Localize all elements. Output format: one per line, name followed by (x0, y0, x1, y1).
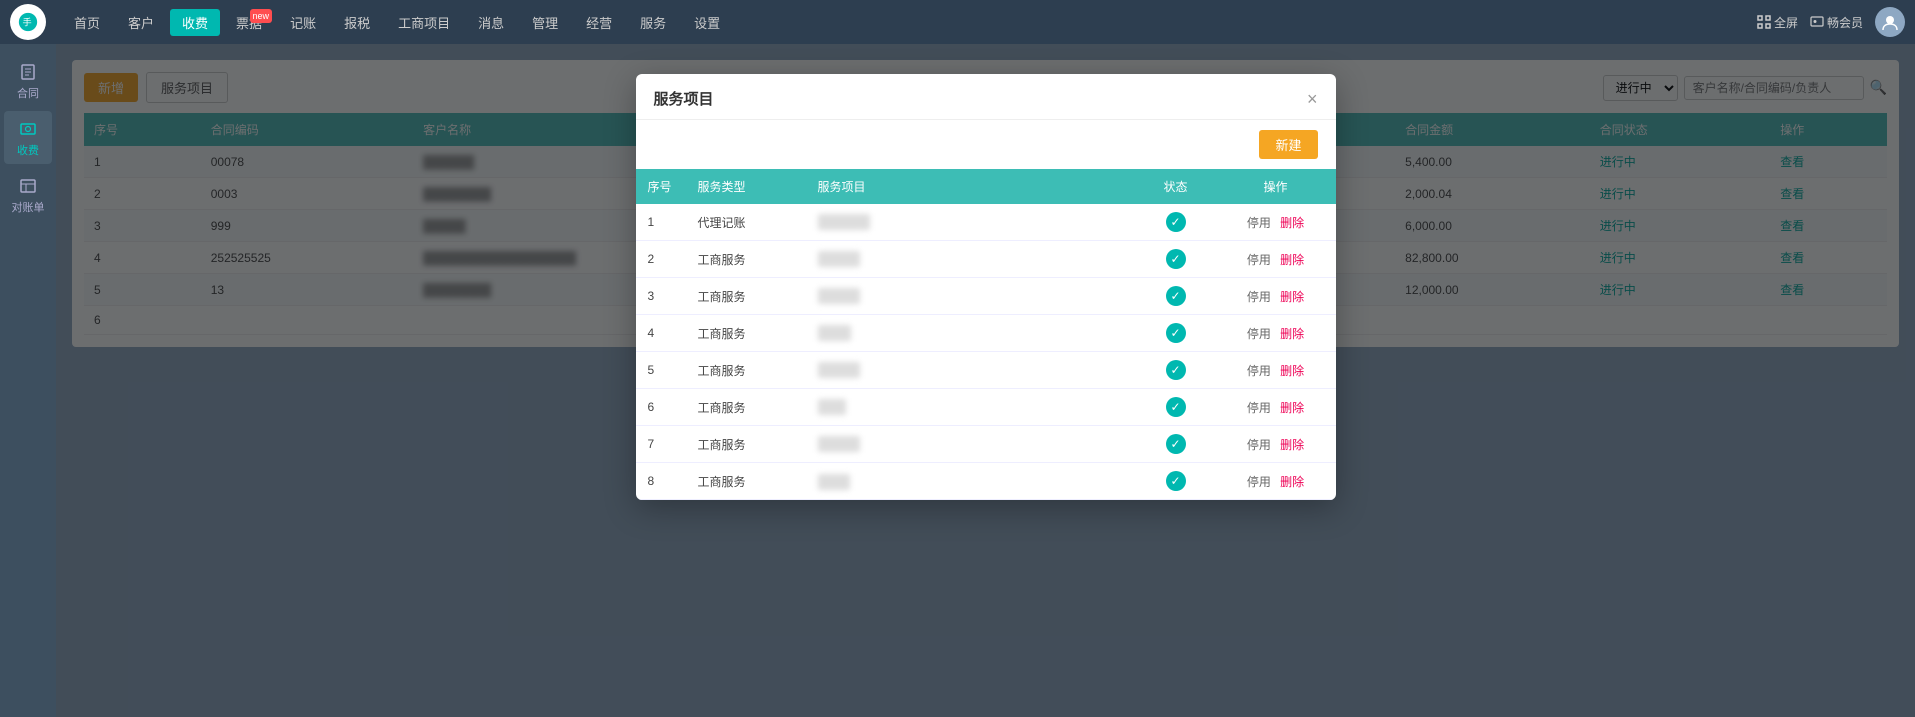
nav-tax[interactable]: 报税 (332, 9, 382, 36)
sidebar-label-duizhang: 对账单 (12, 199, 45, 215)
shoufei-icon (18, 119, 38, 139)
modal-table-row: 5 工商服务 ████ ✓ 停用 删除 (636, 352, 1336, 389)
nav-right: 全屏 畅会员 (1757, 7, 1905, 37)
duizhang-icon (18, 176, 38, 196)
delete-btn[interactable]: 删除 (1280, 364, 1304, 378)
nav-finance[interactable]: 经营 (574, 9, 624, 36)
modal-col-item: 服务项目 (806, 169, 1136, 204)
sidebar: 合同 收费 对账单 (0, 44, 56, 717)
nav-home[interactable]: 首页 (62, 9, 112, 36)
sidebar-item-contract[interactable]: 合同 (4, 54, 52, 107)
member-btn[interactable]: 畅会员 (1810, 14, 1863, 31)
app-logo: 手 (10, 4, 46, 40)
nav-message[interactable]: 消息 (466, 9, 516, 36)
modal-service-items: 服务项目 × 新建 序号 服务类型 服务项目 状态 (636, 74, 1336, 500)
content-area: 新增 服务项目 进行中 🔍 序号 合同编码 客户名称 服务项目 ▼ (56, 44, 1915, 717)
status-ok-icon: ✓ (1166, 323, 1186, 343)
modal-col-action: 操作 (1216, 169, 1336, 204)
delete-btn[interactable]: 删除 (1280, 475, 1304, 489)
modal-overlay: 服务项目 × 新建 序号 服务类型 服务项目 状态 (56, 44, 1915, 717)
status-ok-icon: ✓ (1166, 249, 1186, 269)
top-nav: 手 首页 客户 收费 票据 new 记账 报税 工商项目 消息 管理 经营 服务… (0, 0, 1915, 44)
sidebar-item-duizhang[interactable]: 对账单 (4, 168, 52, 221)
stop-btn[interactable]: 停用 (1247, 216, 1271, 230)
status-ok-icon: ✓ (1166, 212, 1186, 232)
modal-body: 序号 服务类型 服务项目 状态 操作 1 代理记账 ████ 1 (636, 169, 1336, 500)
sidebar-label-contract: 合同 (17, 85, 39, 101)
stop-btn[interactable]: 停用 (1247, 364, 1271, 378)
modal-toolbar: 新建 (636, 120, 1336, 169)
modal-table: 序号 服务类型 服务项目 状态 操作 1 代理记账 ████ 1 (636, 169, 1336, 500)
sidebar-item-shoufei[interactable]: 收费 (4, 111, 52, 164)
modal-col-type: 服务类型 (686, 169, 806, 204)
stop-btn[interactable]: 停用 (1247, 401, 1271, 415)
nav-manage[interactable]: 管理 (520, 9, 570, 36)
nav-account[interactable]: 记账 (278, 9, 328, 36)
nav-shoufei[interactable]: 收费 (170, 9, 220, 36)
status-ok-icon: ✓ (1166, 397, 1186, 417)
nav-menu: 首页 客户 收费 票据 new 记账 报税 工商项目 消息 管理 经营 服务 设… (62, 9, 1757, 36)
nav-customer[interactable]: 客户 (116, 9, 166, 36)
modal-table-row: 8 工商服务 注册 ✓ 停用 删除 (636, 463, 1336, 500)
contract-icon (18, 62, 38, 82)
modal-title: 服务项目 (654, 88, 714, 109)
modal-table-row: 1 代理记账 ████ 1 ✓ 停用 删除 (636, 204, 1336, 241)
delete-btn[interactable]: 删除 (1280, 438, 1304, 452)
stop-btn[interactable]: 停用 (1247, 475, 1271, 489)
modal-table-row: 6 工商服务 Ithe ✓ 停用 删除 (636, 389, 1336, 426)
status-ok-icon: ✓ (1166, 286, 1186, 306)
delete-btn[interactable]: 删除 (1280, 401, 1304, 415)
sidebar-label-shoufei: 收费 (17, 142, 39, 158)
status-ok-icon: ✓ (1166, 360, 1186, 380)
nav-settings[interactable]: 设置 (682, 9, 732, 36)
stop-btn[interactable]: 停用 (1247, 327, 1271, 341)
nav-invoice[interactable]: 票据 new (224, 9, 274, 36)
fullscreen-btn[interactable]: 全屏 (1757, 14, 1798, 31)
svg-text:手: 手 (23, 17, 32, 28)
modal-table-row: 7 工商服务 ████ ✓ 停用 删除 (636, 426, 1336, 463)
modal-table-row: 2 工商服务 ████ ✓ 停用 删除 (636, 241, 1336, 278)
nav-industry[interactable]: 工商项目 (386, 9, 462, 36)
modal-btn-new[interactable]: 新建 (1259, 130, 1317, 159)
modal-header: 服务项目 × (636, 74, 1336, 120)
status-ok-icon: ✓ (1166, 434, 1186, 454)
modal-table-row: 3 工商服务 ████ ✓ 停用 删除 (636, 278, 1336, 315)
modal-table-row: 4 工商服务 ███ ✓ 停用 删除 (636, 315, 1336, 352)
status-ok-icon: ✓ (1166, 471, 1186, 491)
delete-btn[interactable]: 删除 (1280, 216, 1304, 230)
avatar[interactable] (1875, 7, 1905, 37)
modal-col-seq: 序号 (636, 169, 686, 204)
new-badge: new (250, 9, 273, 23)
delete-btn[interactable]: 删除 (1280, 290, 1304, 304)
delete-btn[interactable]: 删除 (1280, 253, 1304, 267)
main-layout: 合同 收费 对账单 (0, 44, 1915, 717)
stop-btn[interactable]: 停用 (1247, 253, 1271, 267)
modal-col-status: 状态 (1136, 169, 1216, 204)
delete-btn[interactable]: 删除 (1280, 327, 1304, 341)
nav-service[interactable]: 服务 (628, 9, 678, 36)
stop-btn[interactable]: 停用 (1247, 438, 1271, 452)
modal-close-button[interactable]: × (1307, 90, 1318, 108)
stop-btn[interactable]: 停用 (1247, 290, 1271, 304)
